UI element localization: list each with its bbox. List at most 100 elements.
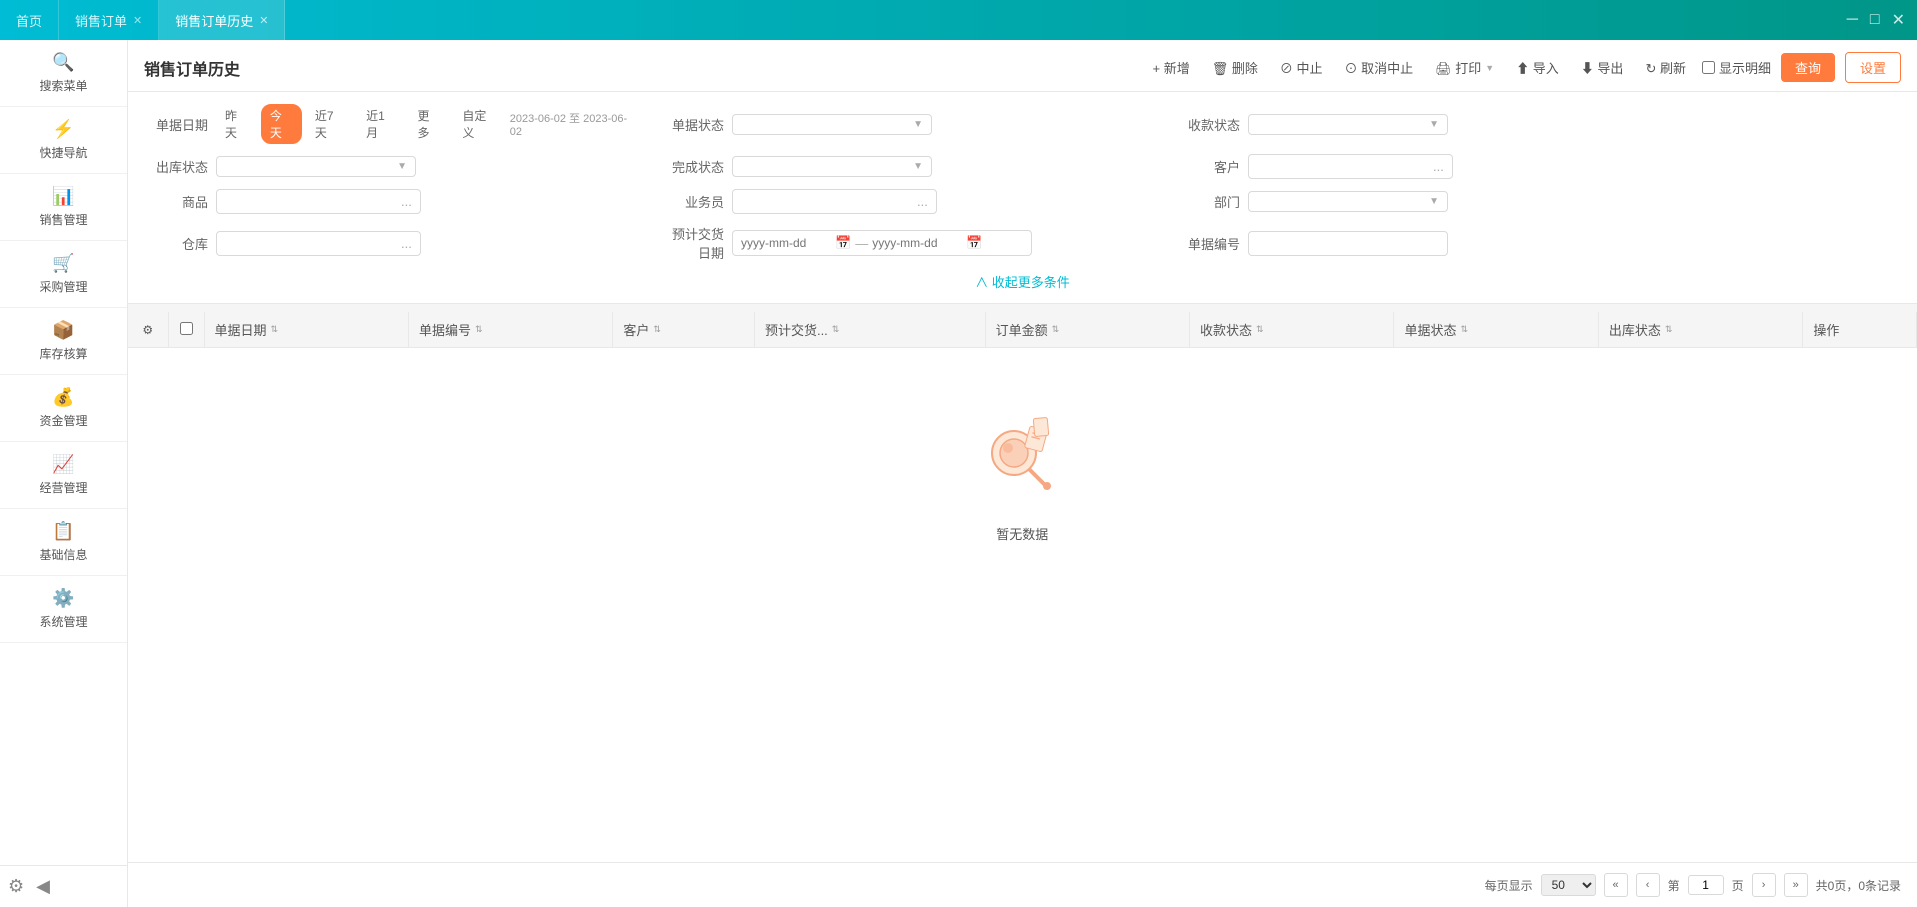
sidebar-item-inventory[interactable]: 📦 库存核算 bbox=[0, 308, 127, 375]
sidebar-collapse-icon[interactable]: ◀ bbox=[36, 876, 50, 897]
page-header: 销售订单历史 + 新增 🗑 删除 ⊘ 中止 ⊙ 取消中止 🖨 打印 ▼ bbox=[128, 40, 1917, 92]
col-checkbox[interactable] bbox=[168, 312, 204, 348]
dept-select[interactable]: ▼ bbox=[1248, 191, 1448, 212]
receipt-status-select[interactable]: ▼ bbox=[1248, 114, 1448, 135]
warehouse-dots[interactable]: ... bbox=[401, 236, 412, 251]
table-area: ⚙ 单据日期 ⇅ 单据编号 bbox=[128, 312, 1917, 862]
col-stockout-label: 出库状态 bbox=[1609, 320, 1661, 339]
complete-select[interactable]: ▼ bbox=[732, 156, 932, 177]
date-chip-7days[interactable]: 近7天 bbox=[306, 104, 353, 144]
complete-arrow: ▼ bbox=[913, 161, 923, 172]
delivery-start-cal-icon[interactable]: 📅 bbox=[835, 235, 851, 251]
refresh-button[interactable]: ↻ 刷新 bbox=[1639, 54, 1692, 81]
sidebar-item-quicknav[interactable]: ⚡ 快捷导航 bbox=[0, 107, 127, 174]
col-amount[interactable]: 订单金额 ⇅ bbox=[985, 312, 1189, 348]
date-chip-custom[interactable]: 自定义 bbox=[453, 104, 505, 144]
receipt-status-control: ▼ bbox=[1248, 114, 1668, 135]
customer-input-field[interactable] bbox=[1257, 159, 1433, 174]
delivery-date-end[interactable] bbox=[872, 236, 962, 250]
date-chip-1month[interactable]: 近1月 bbox=[357, 104, 404, 144]
sidebar-item-business[interactable]: 📈 经营管理 bbox=[0, 442, 127, 509]
salesperson-input[interactable]: ... bbox=[732, 189, 937, 214]
window-close-icon[interactable]: ✕ bbox=[1892, 10, 1905, 30]
col-order-status[interactable]: 单据状态 ⇅ bbox=[1394, 312, 1598, 348]
col-delivery[interactable]: 预计交货... ⇅ bbox=[754, 312, 985, 348]
date-chip-more[interactable]: 更多 bbox=[408, 104, 449, 144]
prev-page-button[interactable]: ‹ bbox=[1636, 873, 1660, 897]
salesperson-input-field[interactable] bbox=[741, 194, 917, 209]
delivery-end-cal-icon[interactable]: 📅 bbox=[966, 235, 982, 251]
col-receipt-status[interactable]: 收款状态 ⇅ bbox=[1190, 312, 1394, 348]
col-order-status-label: 单据状态 bbox=[1404, 320, 1456, 339]
sidebar-item-sales[interactable]: 📊 销售管理 bbox=[0, 174, 127, 241]
export-button[interactable]: ⬇ 导出 bbox=[1575, 54, 1630, 81]
delivery-date-start[interactable] bbox=[741, 236, 831, 250]
filter-row-3: 商品 ... 业务员 ... 部门 bbox=[144, 189, 1901, 214]
col-amount-sort: ⇅ bbox=[1052, 324, 1060, 335]
col-settings[interactable]: ⚙ bbox=[128, 312, 168, 348]
settings-button[interactable]: 设置 bbox=[1845, 52, 1901, 83]
minimize-icon[interactable]: ─ bbox=[1847, 11, 1858, 29]
tab-home[interactable]: 首页 bbox=[0, 0, 59, 40]
date-range-text: 2023-06-02 至 2023-06-02 bbox=[510, 110, 636, 138]
sidebar: 🔍 搜索菜单 ⚡ 快捷导航 📊 销售管理 🛒 采购管理 📦 库存核算 💰 资金管… bbox=[0, 40, 128, 907]
sidebar-item-system[interactable]: ⚙️ 系统管理 bbox=[0, 576, 127, 643]
sidebar-item-search[interactable]: 🔍 搜索菜单 bbox=[0, 40, 127, 107]
salesperson-control: ... bbox=[732, 189, 1152, 214]
data-table: ⚙ 单据日期 ⇅ 单据编号 bbox=[128, 312, 1917, 603]
delivery-date-dash: — bbox=[855, 236, 868, 251]
order-status-arrow: ▼ bbox=[913, 119, 923, 130]
maximize-icon[interactable]: □ bbox=[1870, 11, 1880, 29]
sidebar-finance-label: 资金管理 bbox=[39, 412, 87, 429]
date-chip-yesterday[interactable]: 昨天 bbox=[216, 104, 257, 144]
sidebar-quicknav-label: 快捷导航 bbox=[39, 144, 87, 161]
tab-sales-order-close[interactable]: ✕ bbox=[133, 14, 142, 27]
order-status-select[interactable]: ▼ bbox=[732, 114, 932, 135]
print-button[interactable]: 🖨 打印 ▼ bbox=[1429, 54, 1500, 81]
warehouse-input-field[interactable] bbox=[225, 236, 401, 251]
tab-home-label: 首页 bbox=[16, 11, 42, 30]
query-button[interactable]: 查询 bbox=[1781, 53, 1835, 82]
goods-dots[interactable]: ... bbox=[401, 194, 412, 209]
page-size-select[interactable]: 50 10 20 100 bbox=[1541, 874, 1596, 896]
collapse-more-btn[interactable]: ∧ 收起更多条件 bbox=[144, 272, 1901, 291]
goods-label: 商品 bbox=[144, 192, 216, 211]
col-orderno[interactable]: 单据编号 ⇅ bbox=[408, 312, 612, 348]
sidebar-item-basic[interactable]: 📋 基础信息 bbox=[0, 509, 127, 576]
col-stockout-status[interactable]: 出库状态 ⇅ bbox=[1598, 312, 1802, 348]
print-dropdown-icon: ▼ bbox=[1485, 63, 1494, 73]
stop-button[interactable]: ⊘ 中止 bbox=[1274, 54, 1329, 81]
stockout-select[interactable]: ▼ bbox=[216, 156, 416, 177]
salesperson-dots[interactable]: ... bbox=[917, 194, 928, 209]
col-date[interactable]: 单据日期 ⇅ bbox=[204, 312, 408, 348]
import-button[interactable]: ⬆ 导入 bbox=[1510, 54, 1565, 81]
sidebar-item-purchase[interactable]: 🛒 采购管理 bbox=[0, 241, 127, 308]
orderno-input[interactable] bbox=[1248, 231, 1448, 256]
current-page-input[interactable] bbox=[1688, 875, 1724, 895]
sidebar-settings-icon[interactable]: ⚙ bbox=[8, 876, 24, 897]
cancel-stop-button[interactable]: ⊙ 取消中止 bbox=[1339, 54, 1420, 81]
tab-sales-order-history-label: 销售订单历史 bbox=[175, 11, 253, 30]
goods-input[interactable]: ... bbox=[216, 189, 421, 214]
col-customer[interactable]: 客户 ⇅ bbox=[613, 312, 755, 348]
tab-sales-order[interactable]: 销售订单 ✕ bbox=[59, 0, 159, 40]
first-page-button[interactable]: « bbox=[1604, 873, 1628, 897]
select-all-checkbox[interactable] bbox=[180, 322, 193, 335]
customer-dots[interactable]: ... bbox=[1433, 159, 1444, 174]
date-chip-today[interactable]: 今天 bbox=[261, 104, 302, 144]
sidebar-search-label: 搜索菜单 bbox=[39, 77, 87, 94]
orderno-input-field[interactable] bbox=[1257, 236, 1439, 251]
sidebar-sales-label: 销售管理 bbox=[39, 211, 87, 228]
next-page-button[interactable]: › bbox=[1752, 873, 1776, 897]
last-page-button[interactable]: » bbox=[1784, 873, 1808, 897]
display-detail-checkbox[interactable]: 显示明细 bbox=[1702, 58, 1771, 77]
goods-input-field[interactable] bbox=[225, 194, 401, 209]
display-detail-input[interactable] bbox=[1702, 61, 1715, 74]
tab-history-close[interactable]: ✕ bbox=[259, 14, 268, 27]
tab-sales-order-history[interactable]: 销售订单历史 ✕ bbox=[159, 0, 285, 40]
sidebar-item-finance[interactable]: 💰 资金管理 bbox=[0, 375, 127, 442]
warehouse-input[interactable]: ... bbox=[216, 231, 421, 256]
new-button[interactable]: + 新增 bbox=[1147, 54, 1196, 81]
customer-input[interactable]: ... bbox=[1248, 154, 1453, 179]
delete-button[interactable]: 🗑 删除 bbox=[1206, 54, 1264, 81]
